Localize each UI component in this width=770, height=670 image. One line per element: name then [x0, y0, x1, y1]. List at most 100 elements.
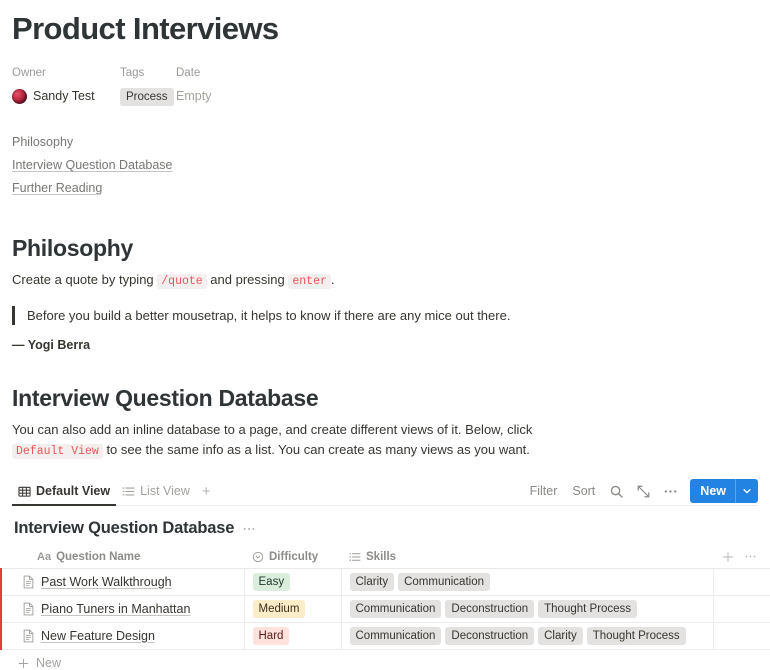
cell-empty: [712, 595, 770, 623]
tab-default-view[interactable]: Default View: [12, 476, 117, 506]
avatar: [12, 88, 27, 104]
filter-button[interactable]: Filter: [524, 481, 564, 501]
page-title[interactable]: Product Interviews: [12, 0, 758, 49]
tab-default-view-label: Default View: [36, 484, 111, 498]
toc-item-philosophy[interactable]: Philosophy: [12, 131, 73, 154]
philosophy-text-3: .: [330, 272, 335, 287]
page-icon: [22, 575, 35, 589]
table-of-contents: Philosophy Interview Question Database F…: [12, 131, 758, 200]
skill-badge: Thought Process: [586, 626, 686, 645]
cell-skills[interactable]: Communication Deconstruction Clarity Though…: [340, 622, 713, 650]
column-header-question-name-label: Question Name: [56, 550, 141, 563]
cell-skills[interactable]: Communication Deconstruction Thought Proce…: [340, 595, 713, 623]
table-row[interactable]: Piano Tuners in Manhattan Medium Communica…: [0, 595, 770, 623]
cell-difficulty[interactable]: Hard: [243, 622, 341, 650]
heading-philosophy: Philosophy: [12, 235, 133, 261]
property-values-row: Sandy Test Process Empty: [12, 85, 758, 107]
page-icon: [22, 629, 35, 643]
status-badge: Process: [120, 87, 174, 106]
philosophy-text-2: and pressing: [206, 272, 289, 287]
skill-badge: Clarity: [538, 626, 583, 645]
philosophy-paragraph: Create a quote by typing /quote and pres…: [12, 270, 572, 292]
property-label-date[interactable]: Date: [176, 65, 256, 81]
column-header-skills[interactable]: Skills: [341, 546, 713, 569]
database-text-1: You can also add an inline database to a…: [12, 422, 533, 437]
column-header-actions: [713, 546, 770, 569]
row-title[interactable]: New Feature Design: [41, 629, 155, 643]
add-view-button[interactable]: +: [196, 484, 217, 499]
cell-empty: [712, 568, 770, 596]
toc-item-further-reading[interactable]: Further Reading: [12, 177, 102, 200]
table-row[interactable]: Past Work Walkthrough Easy Clarity Communic…: [0, 568, 770, 596]
plus-icon: [6, 658, 29, 669]
inline-database-title[interactable]: Interview Question Database: [14, 519, 234, 538]
database-table: Aa Question Name Difficulty Skills Past …: [0, 546, 770, 650]
table-head: Aa Question Name Difficulty Skills: [1, 546, 770, 569]
add-new-row-label: New: [36, 656, 62, 670]
skill-badge: Deconstruction: [445, 626, 535, 645]
property-value-owner[interactable]: Sandy Test: [12, 88, 120, 104]
toc-item-interview-question-database[interactable]: Interview Question Database: [12, 154, 173, 177]
database-toolbar: Default View List View + Filter Sort New: [12, 476, 758, 506]
property-label-owner[interactable]: Owner: [12, 65, 120, 81]
more-horizontal-icon[interactable]: [744, 550, 757, 563]
cell-question-name[interactable]: Past Work Walkthrough: [0, 568, 244, 596]
view-tabs: Default View List View +: [12, 476, 217, 506]
cell-difficulty[interactable]: Easy: [243, 568, 341, 596]
cell-skills[interactable]: Clarity Communication: [340, 568, 713, 596]
search-icon[interactable]: [604, 479, 628, 503]
inline-database-header: Interview Question Database: [12, 519, 758, 538]
toolbar-actions: Filter Sort New: [524, 479, 758, 503]
cell-question-name[interactable]: New Feature Design: [0, 622, 244, 650]
more-horizontal-icon[interactable]: [658, 479, 682, 503]
sort-button[interactable]: Sort: [566, 481, 601, 501]
more-horizontal-icon[interactable]: [242, 522, 256, 536]
table-header-row: Aa Question Name Difficulty Skills: [1, 546, 770, 569]
philosophy-text-1: Create a quote by typing: [12, 272, 158, 287]
select-icon: [252, 551, 264, 563]
property-value-date[interactable]: Empty: [176, 89, 211, 103]
add-new-row-button[interactable]: New: [0, 650, 770, 670]
cell-empty: [712, 622, 770, 650]
cell-question-name[interactable]: Piano Tuners in Manhattan: [0, 595, 244, 623]
inline-code-enter: enter: [288, 274, 331, 289]
title-text-icon: Aa: [37, 550, 52, 563]
table-body: Past Work Walkthrough Easy Clarity Communic…: [0, 568, 770, 650]
skill-badge: Communication: [398, 572, 490, 591]
column-header-question-name[interactable]: Aa Question Name: [1, 546, 244, 569]
page-properties: Owner Tags Date Sandy Test Process Empty: [12, 65, 758, 107]
quote-block: Before you build a better mousetrap, it …: [12, 306, 758, 325]
chevron-down-icon[interactable]: [736, 486, 758, 496]
new-button-label: New: [700, 484, 726, 498]
inline-code-default-view: Default View: [12, 444, 103, 459]
tab-list-view-label: List View: [140, 484, 190, 498]
expand-diagonal-icon[interactable]: [631, 479, 655, 503]
difficulty-badge: Easy: [252, 572, 291, 591]
table-row[interactable]: New Feature Design Hard Communication Decon…: [0, 622, 770, 650]
list-icon: [122, 485, 135, 498]
new-button[interactable]: New: [690, 479, 758, 503]
table-icon: [18, 485, 31, 498]
column-header-difficulty[interactable]: Difficulty: [244, 546, 341, 569]
column-header-skills-label: Skills: [366, 550, 397, 563]
notion-page: Product Interviews Owner Tags Date Sandy…: [0, 0, 770, 670]
tab-list-view[interactable]: List View: [116, 476, 196, 506]
row-title[interactable]: Piano Tuners in Manhattan: [41, 602, 190, 616]
property-value-tags[interactable]: Process: [120, 87, 176, 106]
skill-badge: Thought Process: [538, 599, 638, 618]
plus-icon[interactable]: [722, 551, 734, 563]
skill-badge: Communication: [349, 626, 442, 645]
row-title[interactable]: Past Work Walkthrough: [41, 575, 172, 589]
difficulty-badge: Medium: [252, 599, 306, 618]
property-label-tags[interactable]: Tags: [120, 65, 176, 81]
skill-badge: Clarity: [349, 572, 395, 591]
database-text-2: to see the same info as a list. You can …: [102, 442, 530, 457]
skill-badge: Communication: [349, 599, 442, 618]
cell-difficulty[interactable]: Medium: [243, 595, 341, 623]
difficulty-badge: Hard: [252, 626, 290, 645]
page-icon: [22, 602, 35, 616]
skill-badge: Deconstruction: [445, 599, 535, 618]
owner-name: Sandy Test: [33, 89, 95, 103]
database-paragraph: You can also add an inline database to a…: [12, 420, 572, 462]
multi-select-icon: [349, 551, 361, 563]
